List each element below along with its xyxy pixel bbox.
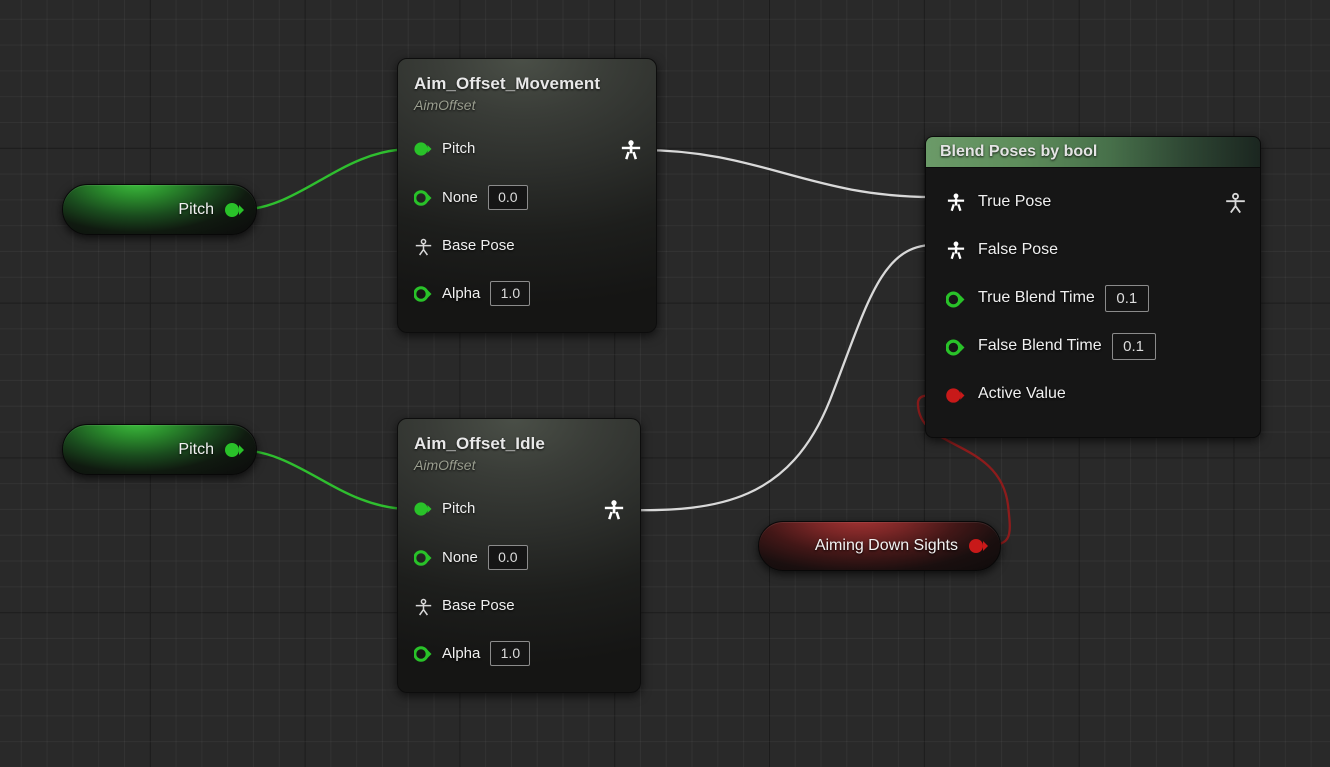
input-pin-pose[interactable] bbox=[414, 598, 432, 615]
blueprint-graph-canvas[interactable]: Pitch Pitch Aiming Down Sights Aim_Offse… bbox=[0, 0, 1330, 767]
output-pin-pose[interactable] bbox=[620, 139, 641, 161]
input-value-field[interactable]: 0.0 bbox=[487, 184, 528, 210]
input-label: Base Pose bbox=[442, 596, 515, 614]
input-label: Base Pose bbox=[442, 236, 515, 254]
input-pin-pose-connected[interactable] bbox=[946, 192, 966, 212]
variable-node-pitch-top[interactable]: Pitch bbox=[62, 184, 257, 235]
node-subtitle: AimOffset bbox=[414, 97, 476, 113]
input-label: False Pose bbox=[978, 241, 1059, 258]
input-pin-pose[interactable] bbox=[414, 238, 432, 255]
node-title: Aim_Offset_Idle bbox=[414, 434, 545, 453]
input-row-pitch[interactable]: Pitch bbox=[398, 133, 656, 163]
input-row-alpha[interactable]: Alpha 1.0 bbox=[398, 638, 640, 668]
input-value-field[interactable]: 0.1 bbox=[1111, 332, 1156, 360]
input-pin-float[interactable] bbox=[414, 285, 432, 302]
output-pin-float[interactable] bbox=[224, 202, 244, 218]
input-label: None bbox=[442, 548, 478, 566]
input-row-false-pose[interactable]: False Pose bbox=[926, 226, 1260, 274]
wire-pitch-top-to-movement-pitch bbox=[237, 147, 411, 212]
input-row-false-blend-time[interactable]: False Blend Time 0.1 bbox=[926, 322, 1260, 370]
input-label: True Pose bbox=[978, 193, 1052, 210]
input-pin-float[interactable] bbox=[946, 291, 966, 307]
input-row-alpha[interactable]: Alpha 1.0 bbox=[398, 278, 656, 308]
output-pin-pose[interactable] bbox=[1224, 192, 1245, 214]
output-pin-float[interactable] bbox=[224, 442, 244, 458]
input-pin-bool-connected[interactable] bbox=[946, 387, 966, 403]
output-pin-pose[interactable] bbox=[603, 499, 624, 521]
input-row-none[interactable]: None 0.0 bbox=[398, 542, 640, 572]
input-label: False Blend Time bbox=[978, 337, 1102, 354]
input-pin-pose-connected[interactable] bbox=[946, 240, 966, 260]
input-label: Pitch bbox=[442, 139, 476, 157]
input-value-field[interactable]: 1.0 bbox=[490, 640, 531, 666]
input-label: True Blend Time bbox=[978, 289, 1095, 306]
input-row-active-value[interactable]: Active Value bbox=[926, 370, 1260, 418]
wire-pitch-bottom-to-idle-pitch bbox=[237, 448, 411, 511]
wire-movement-pose-to-true-pose bbox=[640, 148, 933, 199]
node-header[interactable]: Blend Poses by bool bbox=[926, 137, 1260, 168]
input-row-true-pose[interactable]: True Pose bbox=[926, 178, 1260, 226]
variable-node-pitch-bottom[interactable]: Pitch bbox=[62, 424, 257, 475]
input-pin-float[interactable] bbox=[414, 645, 432, 662]
input-row-base-pose[interactable]: Base Pose bbox=[398, 230, 656, 260]
variable-node-aiming-down-sights-label: Aiming Down Sights bbox=[814, 537, 958, 554]
node-title: Aim_Offset_Movement bbox=[414, 74, 601, 93]
input-row-base-pose[interactable]: Base Pose bbox=[398, 590, 640, 620]
input-pin-float-connected[interactable] bbox=[414, 501, 432, 516]
input-pin-float[interactable] bbox=[946, 339, 966, 355]
output-pin-bool[interactable] bbox=[968, 538, 988, 554]
node-subtitle: AimOffset bbox=[414, 457, 476, 473]
node-body: True Pose False Pose True Blend Time 0.1… bbox=[926, 168, 1260, 437]
node-aim-offset-idle[interactable]: Aim_Offset_Idle AimOffset Pitch None 0.0 bbox=[397, 418, 641, 693]
input-label: None bbox=[442, 188, 478, 206]
node-title: Blend Poses by bool bbox=[940, 143, 1098, 160]
input-label: Active Value bbox=[978, 385, 1066, 402]
input-label: Alpha bbox=[442, 284, 481, 302]
node-aim-offset-movement[interactable]: Aim_Offset_Movement AimOffset Pitch None… bbox=[397, 58, 657, 333]
variable-node-aiming-down-sights[interactable]: Aiming Down Sights bbox=[758, 521, 1001, 571]
input-value-field[interactable]: 0.0 bbox=[487, 544, 528, 570]
input-pin-float[interactable] bbox=[414, 549, 432, 566]
input-label: Pitch bbox=[442, 499, 476, 517]
input-label: Alpha bbox=[442, 644, 481, 662]
input-value-field[interactable]: 0.1 bbox=[1104, 284, 1149, 312]
variable-node-pitch-bottom-label: Pitch bbox=[178, 440, 214, 458]
input-pin-float[interactable] bbox=[414, 189, 432, 206]
input-pin-float-connected[interactable] bbox=[414, 141, 432, 156]
variable-node-pitch-top-label: Pitch bbox=[178, 200, 214, 218]
input-row-none[interactable]: None 0.0 bbox=[398, 182, 656, 212]
wire-idle-pose-to-false-pose bbox=[624, 243, 933, 512]
node-blend-poses-by-bool[interactable]: Blend Poses by bool True Pose False Pose… bbox=[925, 136, 1261, 438]
input-row-true-blend-time[interactable]: True Blend Time 0.1 bbox=[926, 274, 1260, 322]
input-value-field[interactable]: 1.0 bbox=[490, 280, 531, 306]
